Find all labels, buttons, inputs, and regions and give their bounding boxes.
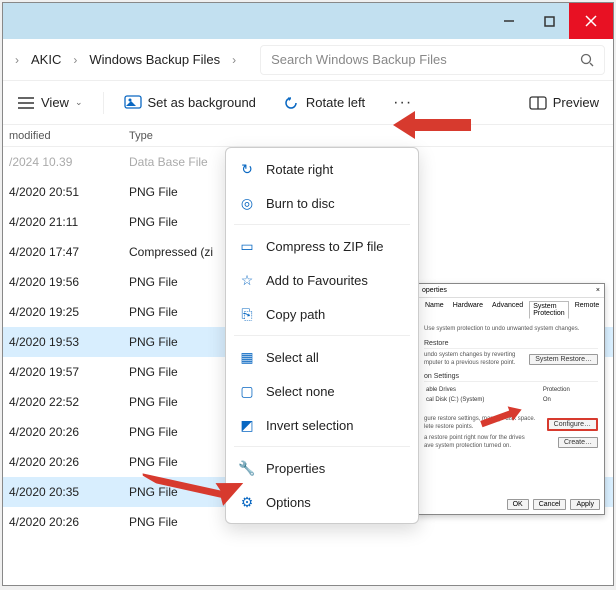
tab-remote[interactable]: Remote (572, 301, 603, 319)
menu-options[interactable]: ⚙Options (226, 485, 418, 519)
rotate-left-icon (282, 94, 300, 112)
inset-intro: Use system protection to undo unwanted s… (424, 326, 598, 334)
close-button[interactable] (569, 3, 613, 39)
inset-body: Use system protection to undo unwanted s… (418, 322, 604, 455)
cell-date: 4/2020 20:26 (3, 425, 123, 439)
ok-button[interactable]: OK (507, 499, 529, 510)
gear-icon: ⚙ (238, 493, 256, 511)
minimize-button[interactable] (489, 3, 529, 39)
search-input[interactable]: Search Windows Backup Files (260, 45, 605, 75)
chevron-right-icon[interactable]: › (228, 53, 240, 67)
cell-date: 4/2020 21:11 (3, 215, 123, 229)
invert-icon: ◩ (238, 416, 256, 434)
header-type[interactable]: Type (123, 130, 613, 142)
cell-date: 4/2020 20:26 (3, 515, 123, 529)
menu-select-all[interactable]: ▦Select all (226, 340, 418, 374)
search-icon (580, 53, 594, 67)
cell-date: 4/2020 19:53 (3, 335, 123, 349)
menu-separator (234, 335, 410, 336)
cancel-button[interactable]: Cancel (533, 499, 567, 510)
file-explorer-window: › AKIC › Windows Backup Files › Search W… (2, 2, 614, 586)
cell-date: /2024 10.39 (3, 155, 123, 169)
set-background-button[interactable]: Set as background (118, 90, 262, 116)
menu-favourites[interactable]: ☆Add to Favourites (226, 263, 418, 297)
close-icon (585, 15, 597, 27)
chevron-down-icon: ⌄ (75, 97, 83, 108)
preview-icon (529, 94, 547, 112)
cell-date: 4/2020 19:57 (3, 365, 123, 379)
divider (103, 92, 104, 114)
inset-create-text: a restore point right now for the drives… (424, 435, 525, 451)
menu-properties[interactable]: 🔧Properties (226, 451, 418, 485)
cell-date: 4/2020 20:51 (3, 185, 123, 199)
tab-advanced[interactable]: Advanced (489, 301, 526, 319)
header-modified[interactable]: modified (3, 130, 123, 142)
breadcrumb: › AKIC › Windows Backup Files › Search W… (3, 39, 613, 81)
chevron-right-icon[interactable]: › (11, 53, 23, 67)
close-icon[interactable]: × (596, 287, 600, 294)
menu-invert[interactable]: ◩Invert selection (226, 408, 418, 442)
system-restore-button[interactable]: System Restore… (529, 354, 598, 365)
breadcrumb-seg-akic[interactable]: AKIC (27, 50, 65, 69)
picture-icon (124, 94, 142, 112)
rotate-right-icon: ↻ (238, 160, 256, 178)
apply-button[interactable]: Apply (570, 499, 600, 510)
toolbar: View ⌄ Set as background Rotate left ···… (3, 81, 613, 125)
search-placeholder: Search Windows Backup Files (271, 52, 580, 67)
inset-titlebar: operties × (418, 284, 604, 298)
preview-button[interactable]: Preview (523, 90, 605, 116)
cell-date: 4/2020 20:35 (3, 485, 123, 499)
maximize-button[interactable] (529, 3, 569, 39)
annotation-arrow (393, 105, 473, 145)
tab-hardware[interactable]: Hardware (450, 301, 486, 319)
select-none-icon: ▢ (238, 382, 256, 400)
cell-date: 4/2020 22:52 (3, 395, 123, 409)
tab-name[interactable]: Name (422, 301, 447, 319)
cell-date: 4/2020 17:47 (3, 245, 123, 259)
select-all-icon: ▦ (238, 348, 256, 366)
chevron-right-icon[interactable]: › (69, 53, 81, 67)
menu-copy-path[interactable]: ⎘Copy path (226, 297, 418, 331)
menu-rotate-right[interactable]: ↻Rotate right (226, 152, 418, 186)
cell-date: 4/2020 19:56 (3, 275, 123, 289)
configure-button[interactable]: Configure… (547, 418, 598, 431)
minimize-icon (503, 15, 515, 27)
clipboard-icon: ⎘ (238, 305, 256, 323)
view-label: View (41, 95, 69, 110)
maximize-icon (544, 16, 555, 27)
more-menu: ↻Rotate right ◎Burn to disc ▭Compress to… (225, 147, 419, 524)
menu-burn[interactable]: ◎Burn to disc (226, 186, 418, 220)
tab-protection[interactable]: System Protection (529, 301, 569, 319)
system-properties-dialog: operties × Name Hardware Advanced System… (417, 283, 605, 515)
disc-icon: ◎ (238, 194, 256, 212)
set-bg-label: Set as background (148, 95, 256, 110)
inset-footer: OK Cancel Apply (507, 499, 600, 510)
star-icon: ☆ (238, 271, 256, 289)
zip-icon: ▭ (238, 237, 256, 255)
menu-compress[interactable]: ▭Compress to ZIP file (226, 229, 418, 263)
inset-tabs: Name Hardware Advanced System Protection… (418, 298, 604, 322)
cell-date: 4/2020 20:26 (3, 455, 123, 469)
preview-label: Preview (553, 95, 599, 110)
inset-restore-text: undo system changes by reverting mputer … (424, 352, 515, 368)
titlebar (3, 3, 613, 39)
menu-separator (234, 446, 410, 447)
inset-settings-title: on Settings (424, 373, 598, 382)
create-button[interactable]: Create… (558, 437, 598, 448)
view-icon (17, 94, 35, 112)
rotate-left-label: Rotate left (306, 95, 365, 110)
cell-date: 4/2020 19:25 (3, 305, 123, 319)
inset-restore-title: Restore (424, 340, 598, 349)
menu-separator (234, 224, 410, 225)
wrench-icon: 🔧 (238, 459, 256, 477)
column-headers: modified Type (3, 125, 613, 147)
breadcrumb-seg-backup[interactable]: Windows Backup Files (85, 50, 224, 69)
rotate-left-button[interactable]: Rotate left (276, 90, 371, 116)
view-button[interactable]: View ⌄ (11, 90, 89, 116)
menu-select-none[interactable]: ▢Select none (226, 374, 418, 408)
